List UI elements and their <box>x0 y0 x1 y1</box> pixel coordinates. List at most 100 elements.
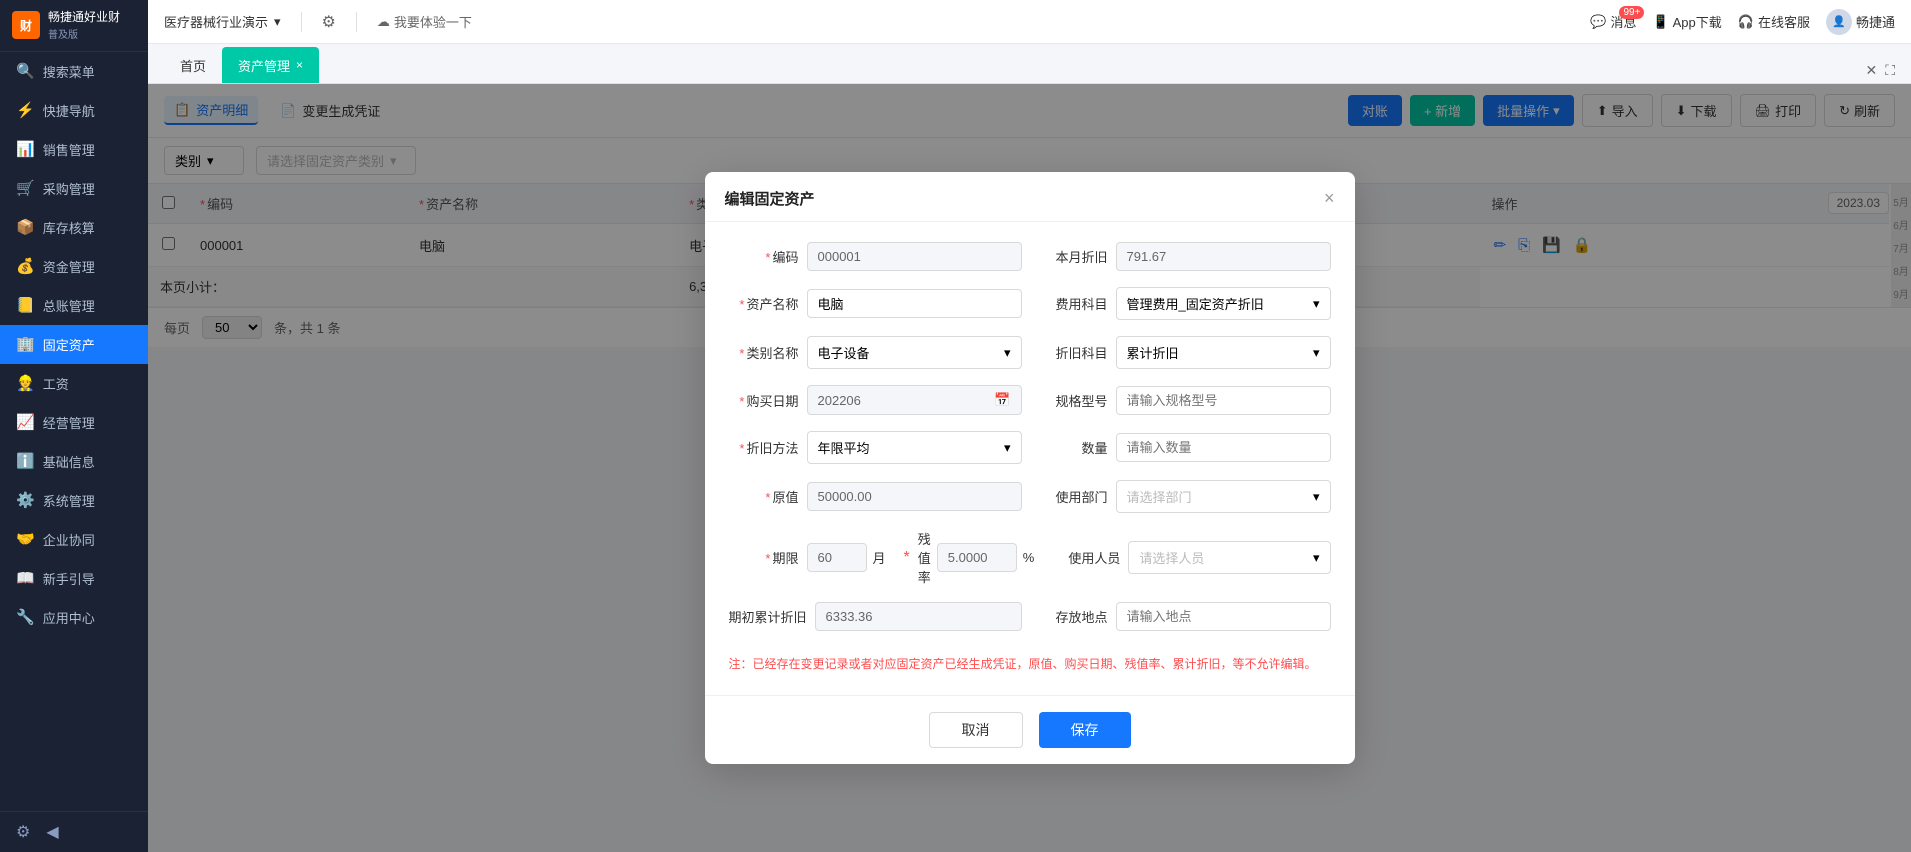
sidebar-item-search[interactable]: 🔍 搜索菜单 <box>0 52 148 91</box>
depr-method-arrow: ▾ <box>1004 440 1011 456</box>
sidebar-item-app-center[interactable]: 🔧 应用中心 <box>0 598 148 637</box>
app-name: 畅捷通好业财 <box>48 10 120 26</box>
sidebar-item-sales[interactable]: 📊 销售管理 <box>0 130 148 169</box>
app-download-btn[interactable]: 📱 App下载 <box>1652 12 1721 31</box>
sidebar-item-finance[interactable]: 💰 资金管理 <box>0 247 148 286</box>
sidebar-icon-sales: 📊 <box>16 140 35 158</box>
modal-close-btn[interactable]: × <box>1324 188 1335 209</box>
residual-rate-input[interactable] <box>937 543 1017 572</box>
notification-btn[interactable]: 💬 消息 99+ <box>1590 12 1636 31</box>
field-original-value: *原值 <box>729 482 1022 511</box>
user-menu[interactable]: 👤 畅捷通 <box>1826 9 1895 35</box>
period-input[interactable] <box>807 543 867 572</box>
cloud-label: 我要体验一下 <box>394 12 472 31</box>
depr-account-select[interactable]: 累计折旧 ▾ <box>1116 336 1331 369</box>
sidebar-item-salary[interactable]: 👷 工资 <box>0 364 148 403</box>
sidebar-item-quick-nav[interactable]: ⚡ 快捷导航 <box>0 91 148 130</box>
support-label: 在线客服 <box>1758 12 1810 31</box>
period-unit: 月 <box>873 548 886 567</box>
sidebar-item-ledger[interactable]: 📒 总账管理 <box>0 286 148 325</box>
app-download-label: App下载 <box>1673 12 1722 31</box>
code-input[interactable] <box>807 242 1022 271</box>
sidebar-item-business[interactable]: 📈 经营管理 <box>0 403 148 442</box>
sidebar-item-purchase[interactable]: 🛒 采购管理 <box>0 169 148 208</box>
sidebar-item-basic-info[interactable]: ℹ️ 基础信息 <box>0 442 148 481</box>
online-support-btn[interactable]: 🎧 在线客服 <box>1738 12 1810 31</box>
sidebar-icon-guide: 📖 <box>16 569 35 587</box>
field-spec: 规格型号 <box>1038 386 1331 415</box>
topbar-divider <box>301 12 302 32</box>
sidebar-item-fixed-assets[interactable]: 🏢 固定资产 <box>0 325 148 364</box>
modal-overlay: 编辑固定资产 × *编码 本月折旧 <box>148 84 1911 852</box>
calendar-icon: 📅 <box>994 392 1010 408</box>
sidebar-icon-collab: 🤝 <box>16 530 35 548</box>
assignee-select[interactable]: 请选择人员 ▾ <box>1128 541 1330 574</box>
main-content: 医疗器械行业演示 ▾ ⚙ ☁ 我要体验一下 💬 消息 99+ 📱 App下载 🎧… <box>148 0 1911 852</box>
depr-method-value: 年限平均 <box>818 438 870 457</box>
residual-required-star: * <box>904 549 910 567</box>
category-value: 电子设备 <box>818 343 870 362</box>
sidebar-item-collab[interactable]: 🤝 企业协同 <box>0 520 148 559</box>
company-selector[interactable]: 医疗器械行业演示 ▾ <box>164 12 281 31</box>
purchase-date-picker[interactable]: 202206 📅 <box>807 385 1022 415</box>
cloud-icon: ☁ <box>377 14 390 30</box>
residual-rate-unit: % <box>1023 550 1035 565</box>
depr-account-arrow: ▾ <box>1313 345 1320 361</box>
modal-row-3: *类别名称 电子设备 ▾ 折旧科目 累计折旧 ▾ <box>729 336 1331 369</box>
tab-asset-mgmt[interactable]: 资产管理 × <box>222 47 319 83</box>
sidebar-header: 财 畅捷通好业财 普及版 <box>0 0 148 52</box>
sidebar-label-purchase: 采购管理 <box>43 179 95 198</box>
residual-rate-label: 残值率 <box>918 529 931 586</box>
company-dropdown-icon: ▾ <box>274 14 281 30</box>
department-label: 使用部门 <box>1038 487 1108 506</box>
depr-method-select[interactable]: 年限平均 ▾ <box>807 431 1022 464</box>
notification-icon: 💬 <box>1590 14 1606 30</box>
category-label: *类别名称 <box>729 343 799 362</box>
opening-depr-input[interactable] <box>815 602 1022 631</box>
field-monthly-depr: 本月折旧 <box>1038 242 1331 271</box>
username: 畅捷通 <box>1856 12 1895 31</box>
original-value-input[interactable] <box>807 482 1022 511</box>
field-depr-method: *折旧方法 年限平均 ▾ <box>729 431 1022 464</box>
location-input[interactable] <box>1116 602 1331 631</box>
sidebar-item-system[interactable]: ⚙️ 系统管理 <box>0 481 148 520</box>
modal-header: 编辑固定资产 × <box>705 172 1355 222</box>
opening-depr-label: 期初累计折旧 <box>729 607 807 626</box>
sidebar-icon-purchase: 🛒 <box>16 179 35 197</box>
sidebar-collapse-icon[interactable]: ◀ <box>46 822 58 842</box>
app-download-icon: 📱 <box>1652 14 1668 30</box>
department-select[interactable]: 请选择部门 ▾ <box>1116 480 1331 513</box>
modal-row-6: *原值 使用部门 请选择部门 ▾ <box>729 480 1331 513</box>
window-expand-btn[interactable]: ⛶ <box>1885 62 1895 79</box>
window-close-btn[interactable]: ✕ <box>1865 62 1877 79</box>
sidebar-label-search: 搜索菜单 <box>43 62 95 81</box>
cancel-btn[interactable]: 取消 <box>929 712 1023 748</box>
department-arrow: ▾ <box>1313 489 1320 505</box>
name-input[interactable] <box>807 289 1022 318</box>
support-icon: 🎧 <box>1738 14 1754 30</box>
tab-home[interactable]: 首页 <box>164 47 222 83</box>
sidebar-settings-icon[interactable]: ⚙ <box>16 822 30 842</box>
save-btn[interactable]: 保存 <box>1039 712 1131 748</box>
topbar-settings-icon[interactable]: ⚙ <box>322 12 336 32</box>
monthly-depr-input[interactable] <box>1116 242 1331 271</box>
sidebar-item-guide[interactable]: 📖 新手引导 <box>0 559 148 598</box>
category-arrow: ▾ <box>1004 345 1011 361</box>
tab-close-icon[interactable]: × <box>296 58 303 72</box>
sidebar-icon-app-center: 🔧 <box>16 608 35 626</box>
sidebar-icon-quick-nav: ⚡ <box>16 101 35 119</box>
sidebar-label-app-center: 应用中心 <box>43 608 95 627</box>
spec-label: 规格型号 <box>1038 391 1108 410</box>
period-label: *期限 <box>729 548 799 567</box>
spec-input[interactable] <box>1116 386 1331 415</box>
topbar: 医疗器械行业演示 ▾ ⚙ ☁ 我要体验一下 💬 消息 99+ 📱 App下载 🎧… <box>148 0 1911 44</box>
modal-row-4: *购买日期 202206 📅 规格型号 <box>729 385 1331 415</box>
category-select[interactable]: 电子设备 ▾ <box>807 336 1022 369</box>
expense-account-select[interactable]: 管理费用_固定资产折旧 ▾ <box>1116 287 1331 320</box>
topbar-cloud-link[interactable]: ☁ 我要体验一下 <box>377 12 472 31</box>
sidebar-item-inventory[interactable]: 📦 库存核算 <box>0 208 148 247</box>
field-expense-account: 费用科目 管理费用_固定资产折旧 ▾ <box>1038 287 1331 320</box>
quantity-input[interactable] <box>1116 433 1331 462</box>
topbar-right: 💬 消息 99+ 📱 App下载 🎧 在线客服 👤 畅捷通 <box>1590 9 1895 35</box>
page-content: 📋 资产明细 📄 变更生成凭证 对账 + 新增 批量操作 ▾ ⬆ 导入 <box>148 84 1911 852</box>
